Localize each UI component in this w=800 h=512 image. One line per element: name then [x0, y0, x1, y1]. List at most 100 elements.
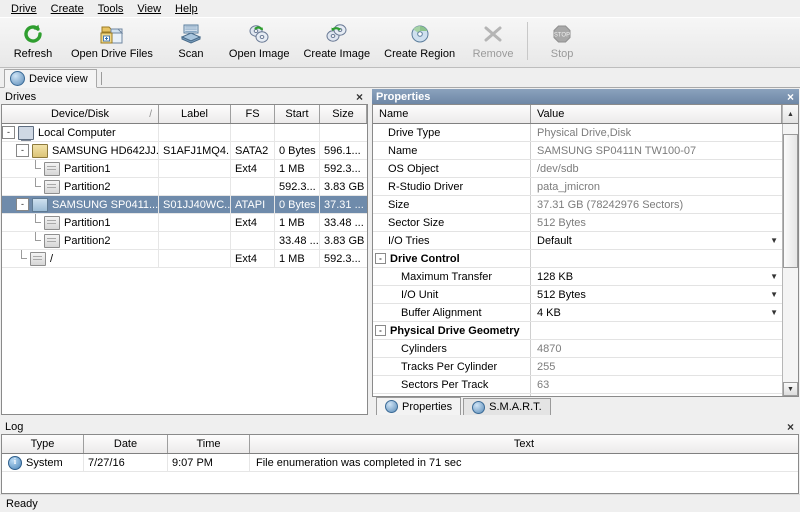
tree-collapse-toggle[interactable]: -: [16, 198, 29, 211]
property-row[interactable]: OS Object/dev/sdb: [373, 160, 782, 178]
property-row[interactable]: Drive Type Physical Drive,Disk: [373, 124, 782, 142]
property-name-cell: I/O Unit: [373, 286, 531, 303]
property-row[interactable]: Sector Size512 Bytes: [373, 394, 782, 396]
column-header-name[interactable]: Name: [373, 105, 531, 123]
remove-icon: [482, 22, 504, 46]
toolbar-button-stop[interactable]: STOP Stop: [531, 20, 593, 66]
toolbar-button-create-image[interactable]: Create Image: [296, 20, 377, 66]
property-name-label: OS Object: [388, 162, 439, 175]
properties-grid-body[interactable]: Drive Type Physical Drive,Disk Name SAMSUNG…: [373, 124, 782, 396]
chevron-down-icon[interactable]: ▼: [766, 236, 778, 245]
chevron-down-icon[interactable]: ▼: [766, 290, 778, 299]
properties-tab-bar: Properties S.M.A.R.T.: [372, 397, 799, 415]
property-row[interactable]: Size 37.31 GB (78242976 Sectors): [373, 196, 782, 214]
menu-item-tools[interactable]: Tools: [91, 2, 131, 16]
column-header-type[interactable]: Type: [2, 435, 84, 453]
drives-panel-close-icon[interactable]: ×: [354, 91, 365, 103]
cell-fs: [231, 178, 275, 195]
property-group-row[interactable]: - Physical Drive Geometry: [373, 322, 782, 340]
column-header-device-disk[interactable]: Device/Disk /: [2, 105, 159, 123]
property-value-cell: 4870: [531, 340, 782, 357]
property-row[interactable]: Sectors Per Track 63: [373, 376, 782, 394]
property-row[interactable]: I/O Unit 512 Bytes ▼: [373, 286, 782, 304]
property-row[interactable]: Sector Size512 Bytes: [373, 214, 782, 232]
property-name-cell: OS Object: [373, 160, 531, 177]
menu-item-create[interactable]: Create: [44, 2, 91, 16]
properties-scroll-up-corner-icon[interactable]: ▲: [782, 105, 798, 123]
property-value-cell: 63: [531, 376, 782, 393]
tree-collapse-toggle[interactable]: -: [2, 126, 15, 139]
log-cell-time: 9:07 PM: [168, 454, 250, 471]
toolbar-button-refresh[interactable]: Refresh: [2, 20, 64, 66]
chevron-down-icon[interactable]: ▼: [766, 308, 778, 317]
property-row[interactable]: R-Studio Driver pata_jmicron: [373, 178, 782, 196]
properties-panel-close-icon[interactable]: ×: [785, 91, 796, 103]
toolbar-button-remove[interactable]: Remove: [462, 20, 524, 66]
property-value-label: pata_jmicron: [537, 180, 600, 193]
menu-item-drive[interactable]: Drive: [4, 2, 44, 16]
column-header-label[interactable]: Label: [159, 105, 231, 123]
property-value-cell[interactable]: 512 Bytes ▼: [531, 286, 782, 303]
property-row[interactable]: Cylinders 4870: [373, 340, 782, 358]
column-header-date[interactable]: Date: [84, 435, 168, 453]
toolbar-button-stop-label: Stop: [550, 48, 574, 60]
column-header-fs[interactable]: FS: [231, 105, 275, 123]
chevron-down-icon[interactable]: ▼: [766, 272, 778, 281]
property-value-cell[interactable]: 128 KB ▼: [531, 268, 782, 285]
table-row[interactable]: - SAMSUNG HD642JJ... S1AFJ1MQ4... SATA2 0 By…: [2, 142, 367, 160]
stop-icon: STOP: [551, 22, 573, 46]
table-row[interactable]: Partition2 33.48 ... 3.83 GB: [2, 232, 367, 250]
column-header-text[interactable]: Text: [250, 435, 798, 453]
toolbar-button-open-image[interactable]: Open Image: [222, 20, 297, 66]
toolbar-button-create-region[interactable]: Create Region: [377, 20, 462, 66]
property-value-cell[interactable]: Default ▼: [531, 232, 782, 249]
menu-item-create-label: Create: [50, 2, 84, 15]
cell-fs: [231, 124, 275, 141]
column-header-date-label: Date: [113, 438, 138, 450]
table-row[interactable]: Partition1 Ext4 1 MB 33.48 ...: [2, 214, 367, 232]
menu-item-view[interactable]: View: [130, 2, 168, 16]
property-value-cell: 255: [531, 358, 782, 375]
toolbar-button-open-drive-files[interactable]: Open Drive Files: [64, 20, 160, 66]
properties-pane: Properties × Name Value ▲ Drive Type Phys…: [372, 89, 799, 415]
scrollbar-track[interactable]: [783, 124, 798, 382]
tab-properties[interactable]: Properties: [376, 397, 462, 415]
cell-start: 592.3...: [275, 178, 320, 195]
property-value-cell: Physical Drive,Disk: [531, 124, 782, 141]
property-row[interactable]: Maximum Transfer 128 KB ▼: [373, 268, 782, 286]
cell-fs: Ext4: [231, 250, 275, 267]
column-header-value[interactable]: Value: [531, 105, 782, 123]
tab-smart[interactable]: S.M.A.R.T.: [463, 398, 551, 415]
property-row[interactable]: Tracks Per Cylinder 255: [373, 358, 782, 376]
property-row[interactable]: Name SAMSUNG SP0411N TW100-07: [373, 142, 782, 160]
property-row[interactable]: Buffer Alignment 4 KB ▼: [373, 304, 782, 322]
drives-grid-body[interactable]: - Local Computer - SAMSUNG HD642JJ... S1AFJ1…: [2, 124, 367, 414]
properties-vertical-scrollbar[interactable]: ▼: [782, 124, 798, 396]
log-row[interactable]: i System 7/27/16 9:07 PM File enumeration wa…: [2, 454, 798, 472]
view-tab-bar: Device view: [0, 68, 800, 88]
tree-collapse-toggle[interactable]: -: [16, 144, 29, 157]
table-row[interactable]: Partition2 592.3... 3.83 GB: [2, 178, 367, 196]
property-name-label: Drive Type: [388, 126, 441, 139]
table-row[interactable]: - SAMSUNG SP0411... S01JJ40WC... ATAPI 0 Byt…: [2, 196, 367, 214]
property-collapse-toggle[interactable]: -: [375, 325, 386, 336]
table-row[interactable]: - Local Computer: [2, 124, 367, 142]
scrollbar-thumb[interactable]: [783, 134, 798, 269]
tab-device-view[interactable]: Device view: [4, 69, 97, 88]
log-panel-close-icon[interactable]: ×: [785, 421, 796, 433]
property-group-row[interactable]: - Drive Control: [373, 250, 782, 268]
column-header-start[interactable]: Start: [275, 105, 320, 123]
table-row[interactable]: Partition1 Ext4 1 MB 592.3...: [2, 160, 367, 178]
property-value-cell[interactable]: 4 KB ▼: [531, 304, 782, 321]
log-panel-title: Log: [5, 420, 24, 433]
column-header-time[interactable]: Time: [168, 435, 250, 453]
scroll-down-button[interactable]: ▼: [783, 382, 798, 396]
column-header-size[interactable]: Size: [320, 105, 367, 123]
property-collapse-toggle[interactable]: -: [375, 253, 386, 264]
menu-item-help[interactable]: Help: [168, 2, 205, 16]
property-row[interactable]: I/O Tries Default ▼: [373, 232, 782, 250]
log-grid-body[interactable]: i System 7/27/16 9:07 PM File enumeration wa…: [2, 454, 798, 493]
property-value-cell: [531, 322, 782, 339]
toolbar-button-scan[interactable]: Scan: [160, 20, 222, 66]
table-row[interactable]: / Ext4 1 MB 592.3...: [2, 250, 367, 268]
